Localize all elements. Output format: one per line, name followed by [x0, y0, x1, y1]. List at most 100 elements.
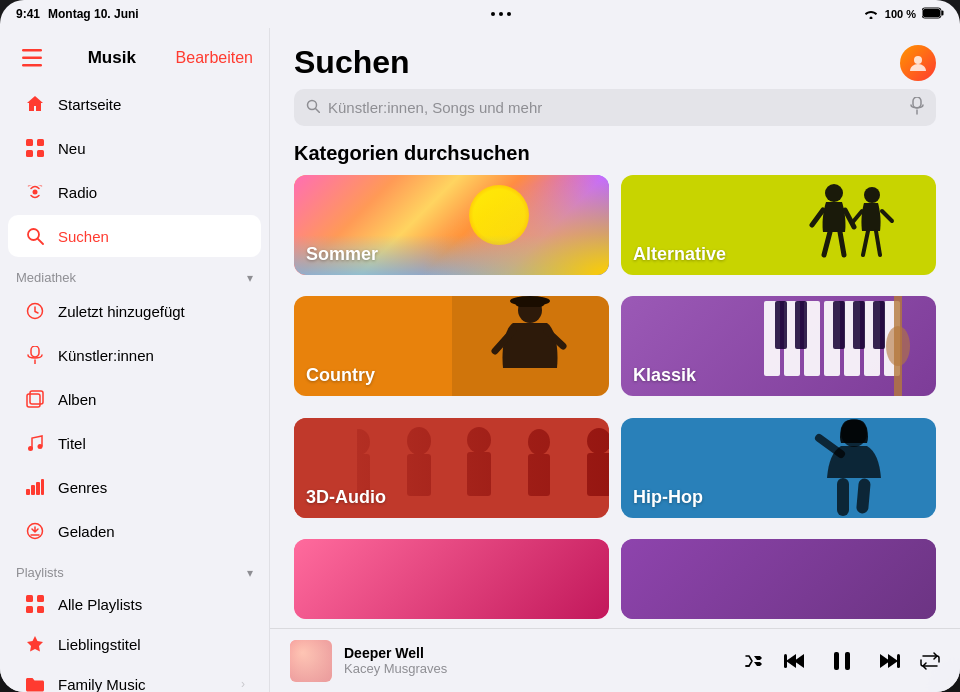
- svg-line-83: [819, 438, 841, 454]
- category-label-hiphop: Hip-Hop: [633, 487, 703, 508]
- svg-rect-28: [26, 606, 33, 613]
- search-bar[interactable]: [294, 89, 936, 126]
- category-card-klassik[interactable]: Klassik: [621, 296, 936, 396]
- nav-label-suchen: Suchen: [58, 228, 109, 245]
- nav-label-startseite: Startseite: [58, 96, 121, 113]
- svg-rect-49: [515, 297, 545, 307]
- playlist-item-family[interactable]: Family Music ›: [8, 665, 261, 692]
- mic-icon: [24, 344, 46, 366]
- svg-rect-2: [923, 9, 940, 17]
- svg-rect-35: [913, 97, 921, 108]
- nav-item-neu[interactable]: Neu: [8, 127, 261, 169]
- svg-line-46: [876, 231, 880, 255]
- page-title: Suchen: [294, 44, 410, 81]
- svg-rect-91: [897, 654, 900, 668]
- sidebar: Musik Bearbeiten Startseite: [0, 28, 270, 692]
- svg-rect-5: [22, 64, 42, 67]
- svg-point-32: [914, 56, 922, 64]
- svg-rect-4: [22, 57, 42, 60]
- sidebar-edit[interactable]: Bearbeiten: [176, 49, 253, 67]
- svg-rect-60: [795, 301, 807, 349]
- nav-item-genres[interactable]: Genres: [8, 466, 261, 508]
- sidebar-title: Musik: [88, 48, 136, 68]
- svg-rect-8: [26, 150, 33, 157]
- svg-point-37: [825, 184, 843, 202]
- category-card-sommer[interactable]: Sommer: [294, 175, 609, 275]
- mediathek-chevron-icon[interactable]: ▾: [247, 271, 253, 285]
- content-header: Suchen: [270, 28, 960, 89]
- folder-icon: [24, 673, 46, 692]
- svg-line-45: [863, 231, 868, 255]
- player-info: Deeper Well Kacey Musgraves: [344, 645, 732, 676]
- category-card-alternative[interactable]: Alternative: [621, 175, 936, 275]
- svg-rect-14: [31, 346, 39, 357]
- avatar[interactable]: [900, 45, 936, 81]
- nav-item-kuenstler[interactable]: Künstler:innen: [8, 334, 261, 376]
- search-input[interactable]: [328, 99, 902, 116]
- status-bar-left: 9:41 Montag 10. Juni: [16, 7, 139, 21]
- status-bar: 9:41 Montag 10. Juni 100 %: [0, 0, 960, 28]
- playlists-label: Playlists: [16, 565, 64, 580]
- repeat-button[interactable]: [920, 652, 940, 670]
- pause-button[interactable]: [826, 645, 858, 677]
- playlist-item-liebling[interactable]: Lieblingstitel: [8, 625, 261, 663]
- mic-search-icon[interactable]: [910, 97, 924, 118]
- svg-point-10: [33, 190, 38, 195]
- svg-rect-86: [784, 654, 787, 668]
- category-card-more[interactable]: [621, 539, 936, 619]
- svg-rect-21: [31, 485, 35, 495]
- playlist-label-alle: Alle Playlists: [58, 596, 245, 613]
- player-bar: Deeper Well Kacey Musgraves: [270, 628, 960, 692]
- categories-grid: Sommer: [270, 175, 960, 628]
- dot2: [499, 12, 503, 16]
- status-bar-right: 100 %: [863, 7, 944, 21]
- svg-rect-16: [27, 394, 40, 407]
- category-card-3daudio[interactable]: 3D-Audio: [294, 418, 609, 518]
- svg-marker-85: [786, 654, 796, 668]
- nav-item-startseite[interactable]: Startseite: [8, 83, 261, 125]
- svg-rect-81: [837, 478, 849, 516]
- category-card-country[interactable]: Country: [294, 296, 609, 396]
- playlist-label-family: Family Music: [58, 676, 229, 693]
- radio-icon: [24, 181, 46, 203]
- category-label-country: Country: [306, 365, 375, 386]
- battery-icon: [922, 7, 944, 21]
- svg-line-34: [316, 109, 320, 113]
- category-card-pop[interactable]: [294, 539, 609, 619]
- nav-item-alben[interactable]: Alben: [8, 378, 261, 420]
- player-thumb: [290, 640, 332, 682]
- playlists-chevron-icon[interactable]: ▾: [247, 566, 253, 580]
- svg-point-19: [38, 444, 43, 449]
- svg-line-43: [852, 211, 862, 223]
- sidebar-menu-icon[interactable]: [16, 42, 48, 74]
- svg-line-12: [38, 239, 43, 244]
- svg-rect-3: [22, 49, 42, 52]
- nav-item-titel[interactable]: Titel: [8, 422, 261, 464]
- search-nav-icon: [24, 225, 46, 247]
- svg-rect-59: [775, 301, 787, 349]
- shuffle-button[interactable]: [744, 652, 764, 670]
- search-bar-icon: [306, 99, 320, 116]
- prev-button[interactable]: [784, 652, 806, 670]
- category-card-hiphop[interactable]: Hip-Hop: [621, 418, 936, 518]
- mediathek-section-header: Mediathek ▾: [0, 258, 269, 289]
- svg-marker-90: [888, 654, 898, 668]
- svg-rect-9: [37, 150, 44, 157]
- app-container: Musik Bearbeiten Startseite: [0, 28, 960, 692]
- dot3: [507, 12, 511, 16]
- nav-label-kuenstler: Künstler:innen: [58, 347, 154, 364]
- player-artist-name: Kacey Musgraves: [344, 661, 732, 676]
- nav-item-geladen[interactable]: Geladen: [8, 510, 261, 552]
- music-note-icon: [24, 432, 46, 454]
- category-label-klassik: Klassik: [633, 365, 696, 386]
- wifi-icon: [863, 7, 879, 21]
- status-time: 9:41: [16, 7, 40, 21]
- playlist-item-alle[interactable]: Alle Playlists: [8, 585, 261, 623]
- status-date: Montag 10. Juni: [48, 7, 139, 21]
- nav-item-radio[interactable]: Radio: [8, 171, 261, 213]
- nav-item-suchen[interactable]: Suchen: [8, 215, 261, 257]
- nav-item-zuletzt[interactable]: Zuletzt hinzugefügt: [8, 290, 261, 332]
- status-bar-center: [491, 12, 511, 16]
- svg-line-40: [824, 232, 830, 255]
- next-button[interactable]: [878, 652, 900, 670]
